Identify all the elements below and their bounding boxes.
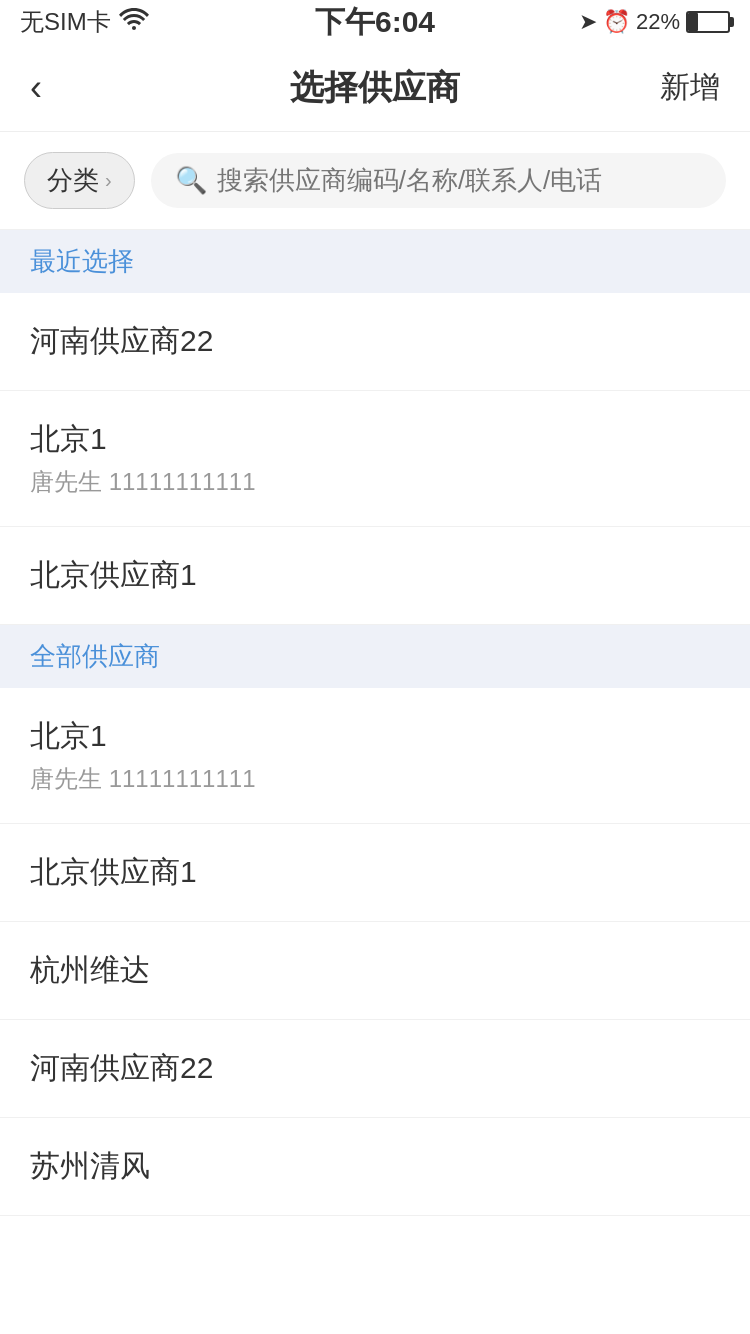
status-time: 下午6:04 [315,2,435,43]
item-name: 北京1 [30,419,720,460]
item-name: 河南供应商22 [30,1048,720,1089]
list-item[interactable]: 北京1 唐先生 11111111111 [0,688,750,824]
list-item[interactable]: 北京供应商1 [0,527,750,625]
all-section-header: 全部供应商 [0,625,750,688]
list-item[interactable]: 河南供应商22 [0,293,750,391]
list-item[interactable]: 苏州清风 [0,1118,750,1216]
list-item[interactable]: 杭州维达 [0,922,750,1020]
list-item[interactable]: 北京供应商1 [0,824,750,922]
list-item[interactable]: 北京1 唐先生 11111111111 [0,391,750,527]
recent-list: 河南供应商22 北京1 唐先生 11111111111 北京供应商1 [0,293,750,625]
wifi-icon [119,8,149,36]
chevron-right-icon: › [105,169,112,192]
item-name: 北京供应商1 [30,852,720,893]
battery-icon [686,11,730,33]
location-icon: ➤ [579,9,597,35]
all-section-label: 全部供应商 [30,641,160,671]
item-name: 杭州维达 [30,950,720,991]
battery-text: 22% [636,9,680,35]
item-sub: 唐先生 11111111111 [30,466,720,498]
carrier-text: 无SIM卡 [20,6,111,38]
back-button[interactable]: ‹ [30,67,90,109]
search-icon: 🔍 [175,165,207,196]
item-name: 河南供应商22 [30,321,720,362]
search-box: 🔍 [151,153,726,208]
add-button[interactable]: 新增 [660,67,720,108]
status-left: 无SIM卡 [20,6,149,38]
alarm-icon: ⏰ [603,9,630,35]
item-name: 北京供应商1 [30,555,720,596]
category-label: 分类 [47,163,99,198]
nav-bar: ‹ 选择供应商 新增 [0,44,750,132]
item-sub: 唐先生 11111111111 [30,763,720,795]
recent-section-header: 最近选择 [0,230,750,293]
list-item[interactable]: 河南供应商22 [0,1020,750,1118]
item-name: 苏州清风 [30,1146,720,1187]
search-input[interactable] [217,165,702,196]
filter-bar: 分类 › 🔍 [0,132,750,230]
page-title: 选择供应商 [290,65,460,111]
status-right: ➤ ⏰ 22% [579,9,730,35]
status-bar: 无SIM卡 下午6:04 ➤ ⏰ 22% [0,0,750,44]
recent-section-label: 最近选择 [30,246,134,276]
item-name: 北京1 [30,716,720,757]
category-button[interactable]: 分类 › [24,152,135,209]
all-list: 北京1 唐先生 11111111111 北京供应商1 杭州维达河南供应商22 苏州清… [0,688,750,1216]
